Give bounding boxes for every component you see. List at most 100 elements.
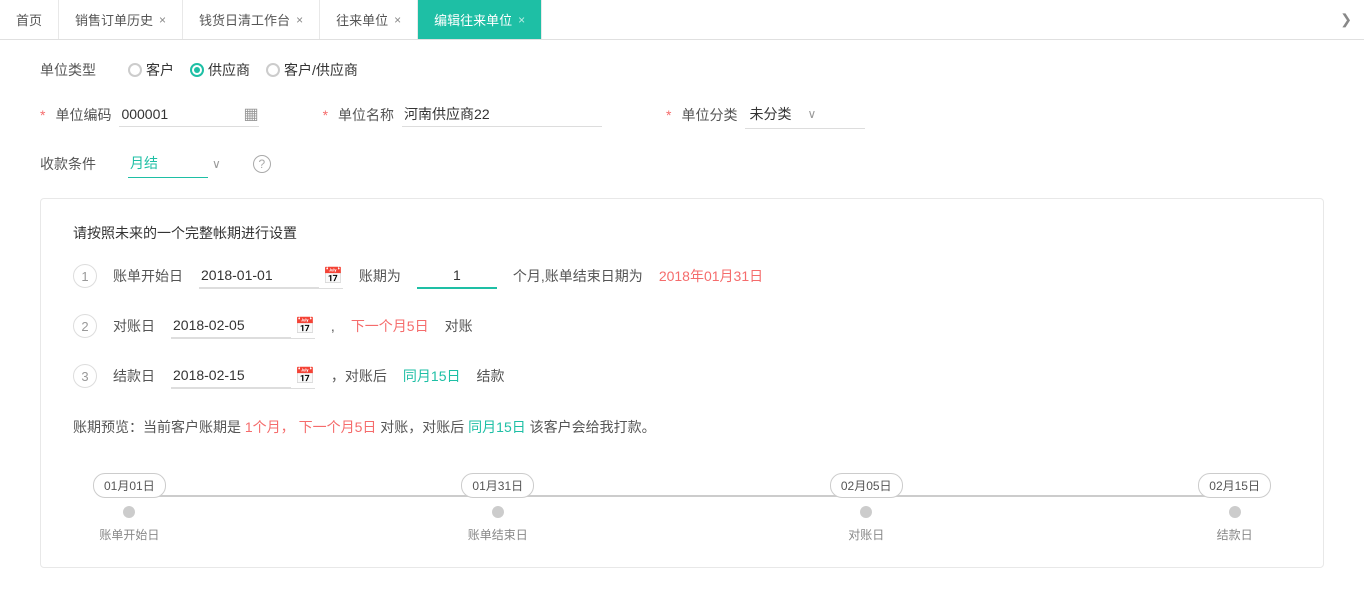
unit-code-star: *	[40, 107, 45, 123]
timeline-points: 01月01日 账单开始日 01月31日 账单结束日 02月05日	[93, 473, 1271, 543]
payment-terms-help[interactable]: ?	[253, 155, 271, 173]
timeline-label-1: 账单开始日	[99, 526, 159, 543]
tab-sales-order-close[interactable]: ×	[159, 13, 166, 27]
unit-classify-select[interactable]: 未分类 ∨	[745, 100, 865, 129]
tab-cash-work[interactable]: 钱货日清工作台 ×	[183, 0, 320, 39]
timeline-point-3: 02月05日 对账日	[830, 473, 903, 543]
unit-code-icon[interactable]: ▦	[243, 104, 258, 124]
step-2-highlight: 下一个月5日	[351, 316, 429, 336]
timeline-point-4: 02月15日 结款日	[1198, 473, 1271, 543]
tabs-bar: 首页 销售订单历史 × 钱货日清工作台 × 往来单位 × 编辑往来单位 × ❯	[0, 0, 1364, 40]
radio-customer[interactable]: 客户	[128, 60, 174, 80]
preview-part3: 对账，对账后	[380, 419, 468, 435]
timeline-badge-3: 02月05日	[830, 473, 903, 498]
tab-edit-partner-label: 编辑往来单位	[434, 10, 512, 29]
settings-panel: 请按照未来的一个完整帐期进行设置 1 账单开始日 📅 账期为 个月,账单结束日期…	[40, 198, 1324, 568]
step-3-prefix: ，对账后	[331, 366, 387, 386]
step-1-label: 账单开始日	[113, 266, 183, 286]
step-3-calendar-icon[interactable]: 📅	[295, 366, 315, 386]
payment-terms-value: 月结	[128, 149, 208, 178]
tab-home[interactable]: 首页	[0, 0, 59, 39]
tab-partner-unit-label: 往来单位	[336, 10, 388, 29]
tab-sales-order-label: 销售订单历史	[75, 10, 153, 29]
unit-type-radio-group: 客户 供应商 客户/供应商	[128, 60, 358, 80]
timeline: 01月01日 账单开始日 01月31日 账单结束日 02月05日	[73, 473, 1291, 543]
unit-name-star: *	[323, 107, 328, 123]
unit-type-row: 单位类型 客户 供应商 客户/供应商	[40, 60, 1324, 80]
step-1-period-label: 账期为	[359, 266, 401, 286]
step-1-end-date: 2018年01月31日	[659, 266, 763, 286]
unit-code-field: ▦	[119, 102, 258, 127]
timeline-dot-4	[1229, 506, 1241, 518]
step-2-row: 2 对账日 📅 , 下一个月5日 对账	[73, 313, 1291, 339]
radio-supplier-label: 供应商	[208, 60, 250, 80]
radio-both[interactable]: 客户/供应商	[266, 60, 358, 80]
unit-classify-arrow: ∨	[807, 107, 861, 121]
timeline-dot-1	[123, 506, 135, 518]
radio-both-circle	[266, 63, 280, 77]
unit-classify-value: 未分类	[749, 104, 803, 124]
tab-edit-partner[interactable]: 编辑往来单位 ×	[418, 0, 542, 39]
timeline-label-4: 结款日	[1217, 526, 1253, 543]
step-3-date-input[interactable]	[171, 363, 291, 388]
timeline-dot-3	[860, 506, 872, 518]
step-2-suffix: 对账	[445, 316, 473, 336]
tab-sales-order[interactable]: 销售订单历史 ×	[59, 0, 183, 39]
radio-customer-label: 客户	[146, 60, 174, 80]
preview-part5: 该客户会给我打款。	[530, 419, 656, 435]
unit-classify-star: *	[666, 107, 671, 123]
step-1-num: 1	[73, 264, 97, 288]
payment-terms-select[interactable]: 月结 ∨	[128, 149, 221, 178]
tab-cash-work-close[interactable]: ×	[296, 13, 303, 27]
unit-info-row: * 单位编码 ▦ * 单位名称 * 单位分类 未分类 ∨	[40, 100, 1324, 129]
radio-supplier[interactable]: 供应商	[190, 60, 250, 80]
step-2-date-input[interactable]	[171, 313, 291, 338]
preview-text: 账期预览：当前客户账期是 1个月， 下一个月5日 对账，对账后 同月15日 该客…	[73, 413, 1291, 441]
step-3-label: 结款日	[113, 366, 155, 386]
step-3-date-field: 📅	[171, 363, 315, 389]
step-2-calendar-icon[interactable]: 📅	[295, 316, 315, 336]
unit-name-input[interactable]	[402, 102, 602, 127]
step-1-period-suffix: 个月,账单结束日期为	[513, 266, 643, 286]
payment-terms-label: 收款条件	[40, 154, 96, 174]
step-3-highlight: 同月15日	[403, 366, 461, 386]
step-2-num: 2	[73, 314, 97, 338]
tab-more-button[interactable]: ❯	[1328, 0, 1364, 39]
step-1-period-input[interactable]	[417, 263, 497, 289]
tab-home-label: 首页	[16, 10, 42, 29]
tab-cash-work-label: 钱货日清工作台	[199, 10, 290, 29]
step-1-calendar-icon[interactable]: 📅	[323, 266, 343, 286]
timeline-label-2: 账单结束日	[468, 526, 528, 543]
timeline-label-3: 对账日	[848, 526, 884, 543]
unit-code-input[interactable]	[119, 102, 239, 126]
tab-more-icon: ❯	[1340, 11, 1352, 28]
timeline-badge-1: 01月01日	[93, 473, 166, 498]
tab-edit-partner-close[interactable]: ×	[518, 13, 525, 27]
unit-name-label: 单位名称	[338, 105, 394, 125]
preview-part2: 下一个月5日	[299, 419, 377, 435]
step-1-date-input[interactable]	[199, 263, 319, 288]
step-3-num: 3	[73, 364, 97, 388]
payment-terms-arrow: ∨	[212, 157, 221, 171]
preview-label: 账期预览：当前客户账期是	[73, 419, 241, 435]
step-1-date-field: 📅	[199, 263, 343, 289]
tab-partner-unit-close[interactable]: ×	[394, 13, 401, 27]
unit-classify-label: 单位分类	[681, 105, 737, 125]
panel-title: 请按照未来的一个完整帐期进行设置	[73, 223, 1291, 243]
preview-part4: 同月15日	[468, 419, 526, 435]
step-3-row: 3 结款日 📅 ，对账后 同月15日 结款	[73, 363, 1291, 389]
step-3-suffix: 结款	[477, 366, 505, 386]
timeline-dot-2	[492, 506, 504, 518]
step-2-date-field: 📅	[171, 313, 315, 339]
unit-code-label: 单位编码	[55, 105, 111, 125]
step-2-prefix: ,	[331, 318, 335, 334]
step-1-row: 1 账单开始日 📅 账期为 个月,账单结束日期为 2018年01月31日	[73, 263, 1291, 289]
timeline-badge-4: 02月15日	[1198, 473, 1271, 498]
preview-part1: 1个月，	[245, 419, 295, 435]
main-content: 单位类型 客户 供应商 客户/供应商 * 单位编码 ▦	[0, 40, 1364, 608]
radio-both-label: 客户/供应商	[284, 60, 358, 80]
radio-supplier-circle	[190, 63, 204, 77]
payment-terms-row: 收款条件 月结 ∨ ?	[40, 149, 1324, 178]
unit-type-label: 单位类型	[40, 60, 96, 80]
tab-partner-unit[interactable]: 往来单位 ×	[320, 0, 418, 39]
